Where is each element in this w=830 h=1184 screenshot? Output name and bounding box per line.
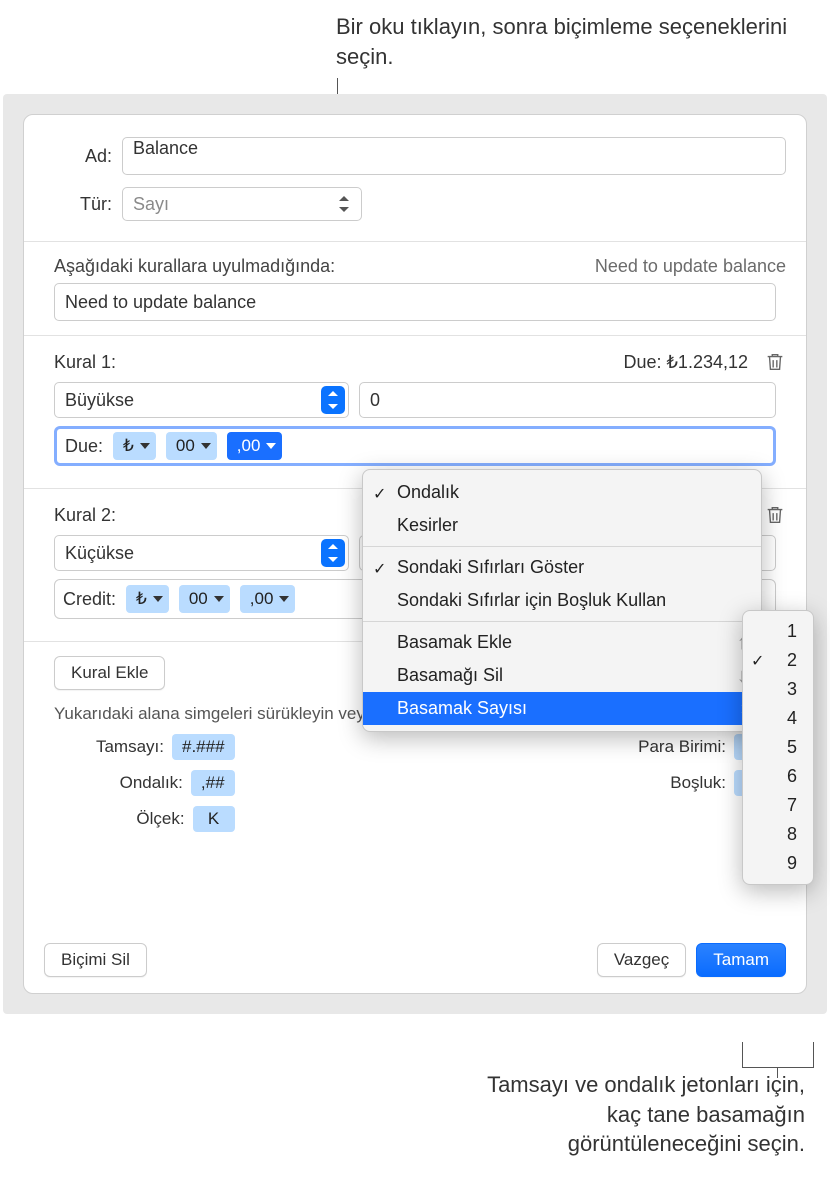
ok-button[interactable]: Tamam [696,943,786,977]
currency-chip[interactable]: ₺ [113,432,156,460]
rule2-condition-value: Küçükse [65,543,134,564]
updown-icon [321,386,345,414]
rule1-format-field[interactable]: Due: ₺ 00 ,00 [54,426,776,466]
legend-label: Ondalık: [73,773,183,793]
chevron-down-icon [214,596,224,602]
decimal-token[interactable]: ,## [191,770,235,796]
type-select-value: Sayı [133,194,169,215]
callout-top: Bir oku tıklayın, sonra biçimleme seçene… [336,12,830,71]
menu-item-label: Basamağı Sil [397,665,503,686]
chevron-down-icon [266,443,276,449]
submenu-item[interactable]: ✓2 [743,646,813,675]
add-rule-button[interactable]: Kural Ekle [54,656,165,690]
decimal-chip[interactable]: ,00 [240,585,296,613]
submenu-item-label: 4 [787,708,797,729]
submenu-item[interactable]: 1 [743,617,813,646]
submenu-item[interactable]: 5 [743,733,813,762]
panel-backdrop: Ad: Balance Tür: Sayı Aşağıdaki kurallar… [3,94,827,1014]
check-icon: ✓ [373,559,386,579]
trash-icon[interactable] [764,350,786,374]
menu-item[interactable]: Kesirler [363,509,761,542]
menu-item[interactable]: ✓ Ondalık [363,476,761,509]
menu-item-label: Basamak Ekle [397,632,512,653]
rules-default-input[interactable]: Need to update balance [54,283,776,321]
check-icon: ✓ [751,651,764,671]
updown-icon [321,539,345,567]
rule1-format-label: Due: [63,436,103,457]
scale-token[interactable]: K [193,806,235,832]
divider [24,335,806,336]
format-options-menu[interactable]: ✓ Ondalık Kesirler ✓ Sondaki Sıfırları Göste… [362,469,762,732]
submenu-item-label: 8 [787,824,797,845]
digit-count-submenu[interactable]: 1✓23456789 [742,610,814,885]
rule2-condition-select[interactable]: Küçükse [54,535,349,571]
type-select[interactable]: Sayı [122,187,362,221]
submenu-item-label: 7 [787,795,797,816]
currency-chip[interactable]: ₺ [126,585,169,613]
menu-separator [363,546,761,547]
menu-item-label: Ondalık [397,482,459,503]
submenu-item-label: 5 [787,737,797,758]
name-input[interactable]: Balance [122,137,786,175]
rules-header-label: Aşağıdaki kurallara uyulmadığında: [54,256,335,277]
menu-item[interactable]: Sondaki Sıfırlar için Boşluk Kullan [363,584,761,617]
decimal-chip[interactable]: ,00 [227,432,283,460]
submenu-item-label: 1 [787,621,797,642]
legend-label: Boşluk: [606,773,726,793]
rule1-condition-value: Büyükse [65,390,134,411]
rule2-label: Kural 2: [54,505,116,526]
trash-icon[interactable] [764,503,786,527]
rule1-number-input[interactable]: 0 [359,382,776,418]
chevron-down-icon [201,443,211,449]
submenu-item[interactable]: 9 [743,849,813,878]
name-label: Ad: [44,146,122,167]
callout-bracket [742,1042,814,1068]
check-icon: ✓ [373,484,386,504]
legend-label: Tamsayı: [54,737,164,757]
submenu-item[interactable]: 6 [743,762,813,791]
submenu-item-label: 2 [787,650,797,671]
legend-label: Ölçek: [75,809,185,829]
menu-item-label: Basamak Sayısı [397,698,527,719]
format-panel: Ad: Balance Tür: Sayı Aşağıdaki kurallar… [23,114,807,994]
integer-chip[interactable]: 00 [166,432,217,460]
menu-separator [363,621,761,622]
submenu-item-label: 3 [787,679,797,700]
divider [24,241,806,242]
type-label: Tür: [44,194,122,215]
delete-format-button[interactable]: Biçimi Sil [44,943,147,977]
submenu-item[interactable]: 4 [743,704,813,733]
rule1-condition-select[interactable]: Büyükse [54,382,349,418]
menu-item[interactable]: Basamak Sayısı› [363,692,761,725]
submenu-item[interactable]: 8 [743,820,813,849]
rule2-format-label: Credit: [61,589,116,610]
submenu-item[interactable]: 7 [743,791,813,820]
submenu-item-label: 9 [787,853,797,874]
token-legend: Tamsayı: #.### Ondalık: ,## Ölçek: K Par… [24,734,806,832]
chevron-down-icon [279,596,289,602]
menu-item[interactable]: Basamağı Sil↓ [363,659,761,692]
chevron-down-icon [153,596,163,602]
integer-chip[interactable]: 00 [179,585,230,613]
submenu-item[interactable]: 3 [743,675,813,704]
rules-header-preview: Need to update balance [595,256,786,277]
menu-item[interactable]: Basamak Ekle↑ [363,626,761,659]
rule1-label: Kural 1: [54,352,116,373]
rule1-preview: Due: ₺1.234,12 [623,352,748,373]
cancel-button[interactable]: Vazgeç [597,943,686,977]
chevron-down-icon [140,443,150,449]
menu-item-label: Kesirler [397,515,458,536]
integer-token[interactable]: #.### [172,734,235,760]
menu-item-label: Sondaki Sıfırlar için Boşluk Kullan [397,590,666,611]
menu-item-label: Sondaki Sıfırları Göster [397,557,584,578]
callout-bottom: Tamsayı ve ondalık jetonları için, kaç t… [475,1070,805,1159]
updown-icon [339,196,351,212]
menu-item[interactable]: ✓ Sondaki Sıfırları Göster [363,551,761,584]
legend-label: Para Birimi: [606,737,726,757]
submenu-item-label: 6 [787,766,797,787]
